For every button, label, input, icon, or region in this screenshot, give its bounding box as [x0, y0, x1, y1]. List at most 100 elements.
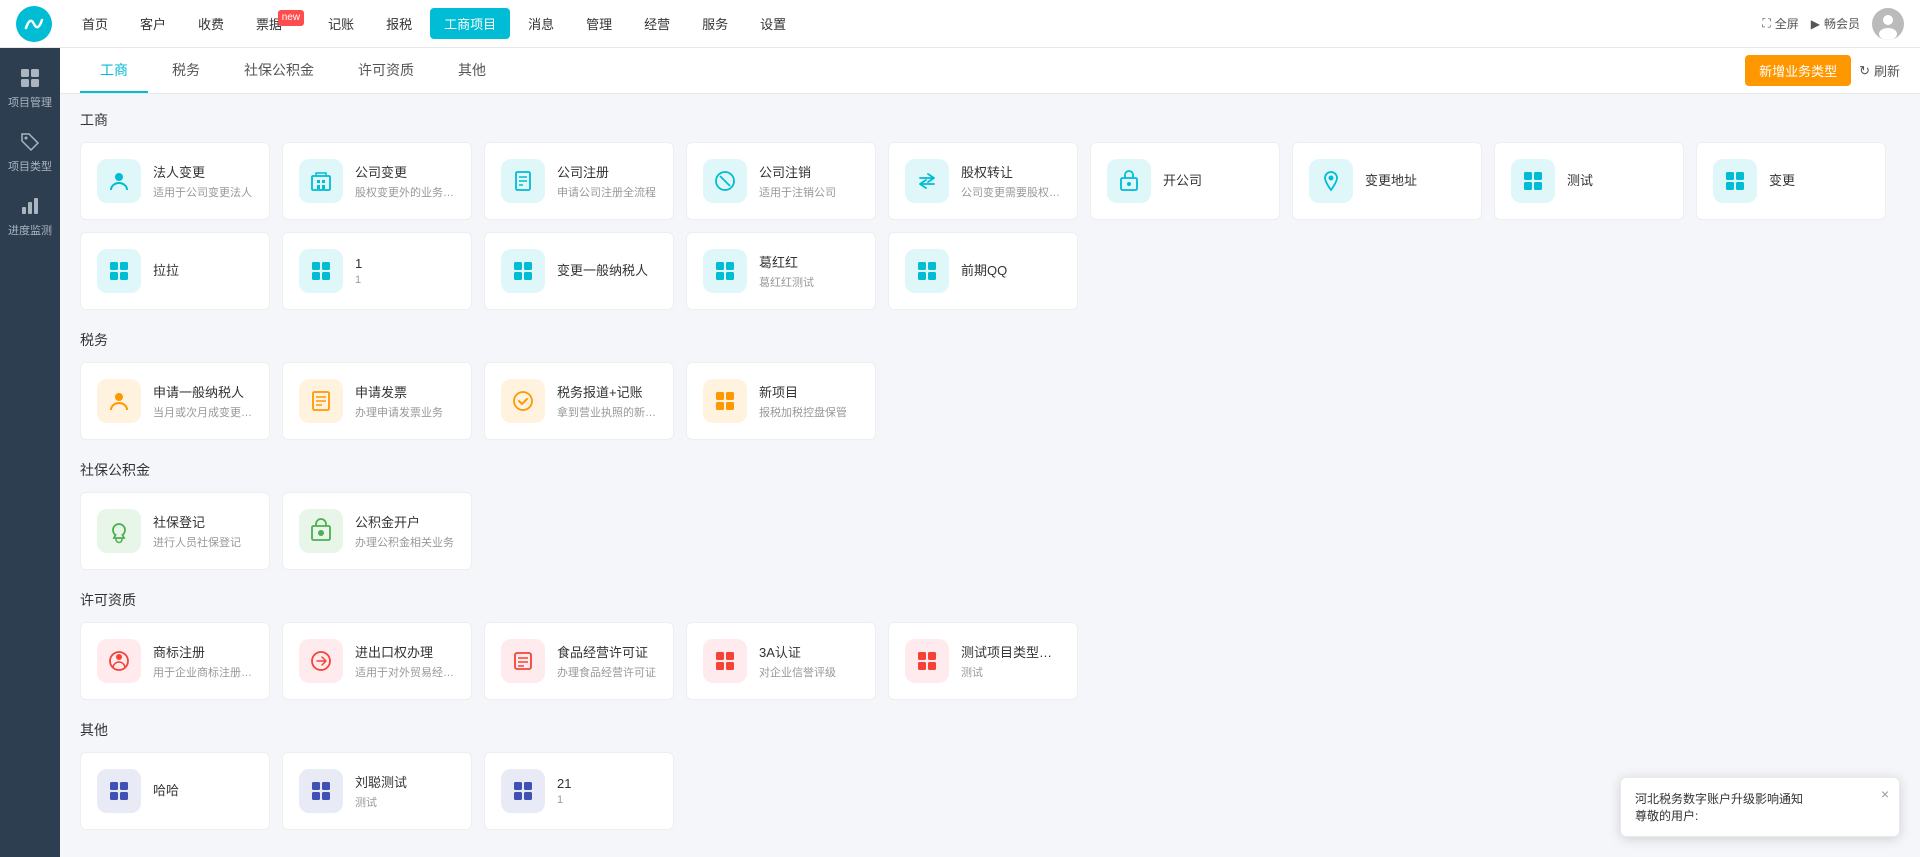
refresh-icon: ↻	[1859, 63, 1870, 79]
nav-manage[interactable]: 管理	[572, 8, 626, 39]
refresh-button[interactable]: ↻ 刷新	[1859, 61, 1900, 80]
list-item[interactable]: 法人变更 适用于公司变更法人	[80, 142, 270, 220]
sidebar-item-project-type[interactable]: 项目类型	[0, 120, 60, 184]
list-item[interactable]: 拉拉	[80, 232, 270, 310]
grid-icon	[18, 66, 42, 90]
new-project-icon	[703, 379, 747, 423]
list-item[interactable]: 变更一般纳税人	[484, 232, 674, 310]
sidebar-item-project-manage[interactable]: 项目管理	[0, 56, 60, 120]
test2-icon	[905, 639, 949, 683]
invoice-icon	[299, 379, 343, 423]
list-item[interactable]: 股权转让 公司变更需要股权转让	[888, 142, 1078, 220]
cards-grid-social: 社保登记 进行人员社保登记 公积金开户 办理公积金相关业务	[80, 492, 1900, 570]
member-btn[interactable]: ▶ 畅会员	[1811, 15, 1860, 32]
sidebar: 项目管理 项目类型 进度监测	[0, 48, 60, 857]
notification-text: 河北税务数字账户升级影响通知 尊敬的用户:	[1635, 790, 1885, 824]
test-icon	[1511, 159, 1555, 203]
sidebar-item-progress[interactable]: 进度监测	[0, 184, 60, 248]
cards-grid-tax: 申请一般纳税人 当月或次月成变更完成 申请发票 办理申请发票业务	[80, 362, 1900, 440]
transfer-icon	[905, 159, 949, 203]
tab-social[interactable]: 社保公积金	[224, 48, 334, 93]
list-item[interactable]: 公司注册 申请公司注册全流程	[484, 142, 674, 220]
lala-icon	[97, 249, 141, 293]
list-item[interactable]: 变更地址	[1292, 142, 1482, 220]
section-title-license: 许可资质	[80, 590, 1900, 610]
nav-right: ⛶ 全屏 ▶ 畅会员	[1762, 8, 1904, 40]
list-item[interactable]: 21 1	[484, 752, 674, 830]
list-item[interactable]: 测试	[1494, 142, 1684, 220]
fullscreen-icon: ⛶	[1762, 16, 1770, 31]
liu-icon	[299, 769, 343, 813]
tax-person-icon	[97, 379, 141, 423]
main-layout: 项目管理 项目类型 进度监测	[0, 48, 1920, 857]
tab-tax[interactable]: 税务	[152, 48, 220, 93]
cards-grid-license: 商标注册 用于企业商标注册服务 进出口权办理 适用于对外贸易经营者	[80, 622, 1900, 700]
top-nav: 首页 客户 收费 票据 new 记账 报税 工商项目 消息 管理 经营 服务 设…	[0, 0, 1920, 48]
nav-operation[interactable]: 经营	[630, 8, 684, 39]
social-icon	[97, 509, 141, 553]
grh-icon	[703, 249, 747, 293]
logo[interactable]	[16, 6, 52, 42]
list-item[interactable]: 进出口权办理 适用于对外贸易经营者	[282, 622, 472, 700]
haha-icon	[97, 769, 141, 813]
qq-icon	[905, 249, 949, 293]
nav-fee[interactable]: 收费	[184, 8, 238, 39]
tab-other[interactable]: 其他	[438, 48, 506, 93]
nav-home[interactable]: 首页	[68, 8, 122, 39]
nav-service[interactable]: 服务	[688, 8, 742, 39]
nav-setting[interactable]: 设置	[746, 8, 800, 39]
list-item[interactable]: 税务报道+记账 拿到营业执照的新公司	[484, 362, 674, 440]
ticket-badge: new	[278, 10, 304, 26]
one-icon	[299, 249, 343, 293]
open-icon	[1107, 159, 1151, 203]
list-item[interactable]: 1 1	[282, 232, 472, 310]
section-title-industry: 工商	[80, 110, 1900, 130]
main-scroll: 工商 法人变更 适用于公司变更法人 公司变更	[60, 94, 1920, 857]
avatar[interactable]	[1872, 8, 1904, 40]
tag-icon	[18, 130, 42, 154]
list-item[interactable]: 公司变更 股权变更外的业务变更	[282, 142, 472, 220]
list-item[interactable]: 公积金开户 办理公积金相关业务	[282, 492, 472, 570]
change-icon	[1713, 159, 1757, 203]
tax-report-icon	[501, 379, 545, 423]
nav-items: 首页 客户 收费 票据 new 记账 报税 工商项目 消息 管理 经营 服务 设…	[68, 8, 1762, 39]
tab-industry[interactable]: 工商	[80, 48, 148, 93]
list-item[interactable]: 测试项目类型目定义 测试	[888, 622, 1078, 700]
nav-tax[interactable]: 报税	[372, 8, 426, 39]
sub-nav-tabs: 工商 税务 社保公积金 许可资质 其他	[80, 48, 506, 93]
fullscreen-btn[interactable]: ⛶ 全屏	[1762, 15, 1798, 32]
new-type-button[interactable]: 新增业务类型	[1745, 55, 1851, 86]
list-item[interactable]: 3A认证 对企业信誉评级	[686, 622, 876, 700]
section-title-tax: 税务	[80, 330, 1900, 350]
register-icon	[501, 159, 545, 203]
list-item[interactable]: 新项目 报税加税控盘保管	[686, 362, 876, 440]
notification-popup: × 河北税务数字账户升级影响通知 尊敬的用户:	[1620, 777, 1900, 837]
list-item[interactable]: 商标注册 用于企业商标注册服务	[80, 622, 270, 700]
list-item[interactable]: 社保登记 进行人员社保登记	[80, 492, 270, 570]
list-item[interactable]: 食品经营许可证 办理食品经营许可证	[484, 622, 674, 700]
sub-nav-actions: 新增业务类型 ↻ 刷新	[1745, 55, 1900, 86]
list-item[interactable]: 开公司	[1090, 142, 1280, 220]
list-item[interactable]: 刘聪测试 测试	[282, 752, 472, 830]
nav-customer[interactable]: 客户	[126, 8, 180, 39]
trademark-icon	[97, 639, 141, 683]
list-item[interactable]: 葛红红 葛红红测试	[686, 232, 876, 310]
nav-industry[interactable]: 工商项目	[430, 8, 510, 39]
list-item[interactable]: 哈哈	[80, 752, 270, 830]
nav-bookkeeping[interactable]: 记账	[314, 8, 368, 39]
list-item[interactable]: 申请发票 办理申请发票业务	[282, 362, 472, 440]
notification-close-button[interactable]: ×	[1881, 786, 1889, 802]
tab-license[interactable]: 许可资质	[338, 48, 434, 93]
cancel-icon	[703, 159, 747, 203]
list-item[interactable]: 申请一般纳税人 当月或次月成变更完成	[80, 362, 270, 440]
person-icon	[97, 159, 141, 203]
section-title-other: 其他	[80, 720, 1900, 740]
nav-message[interactable]: 消息	[514, 8, 568, 39]
list-item[interactable]: 前期QQ	[888, 232, 1078, 310]
list-item[interactable]: 变更	[1696, 142, 1886, 220]
address-icon	[1309, 159, 1353, 203]
list-item[interactable]: 公司注销 适用于注销公司	[686, 142, 876, 220]
nav-ticket[interactable]: 票据 new	[242, 8, 310, 39]
tax-change-icon	[501, 249, 545, 293]
chart-icon	[18, 194, 42, 218]
